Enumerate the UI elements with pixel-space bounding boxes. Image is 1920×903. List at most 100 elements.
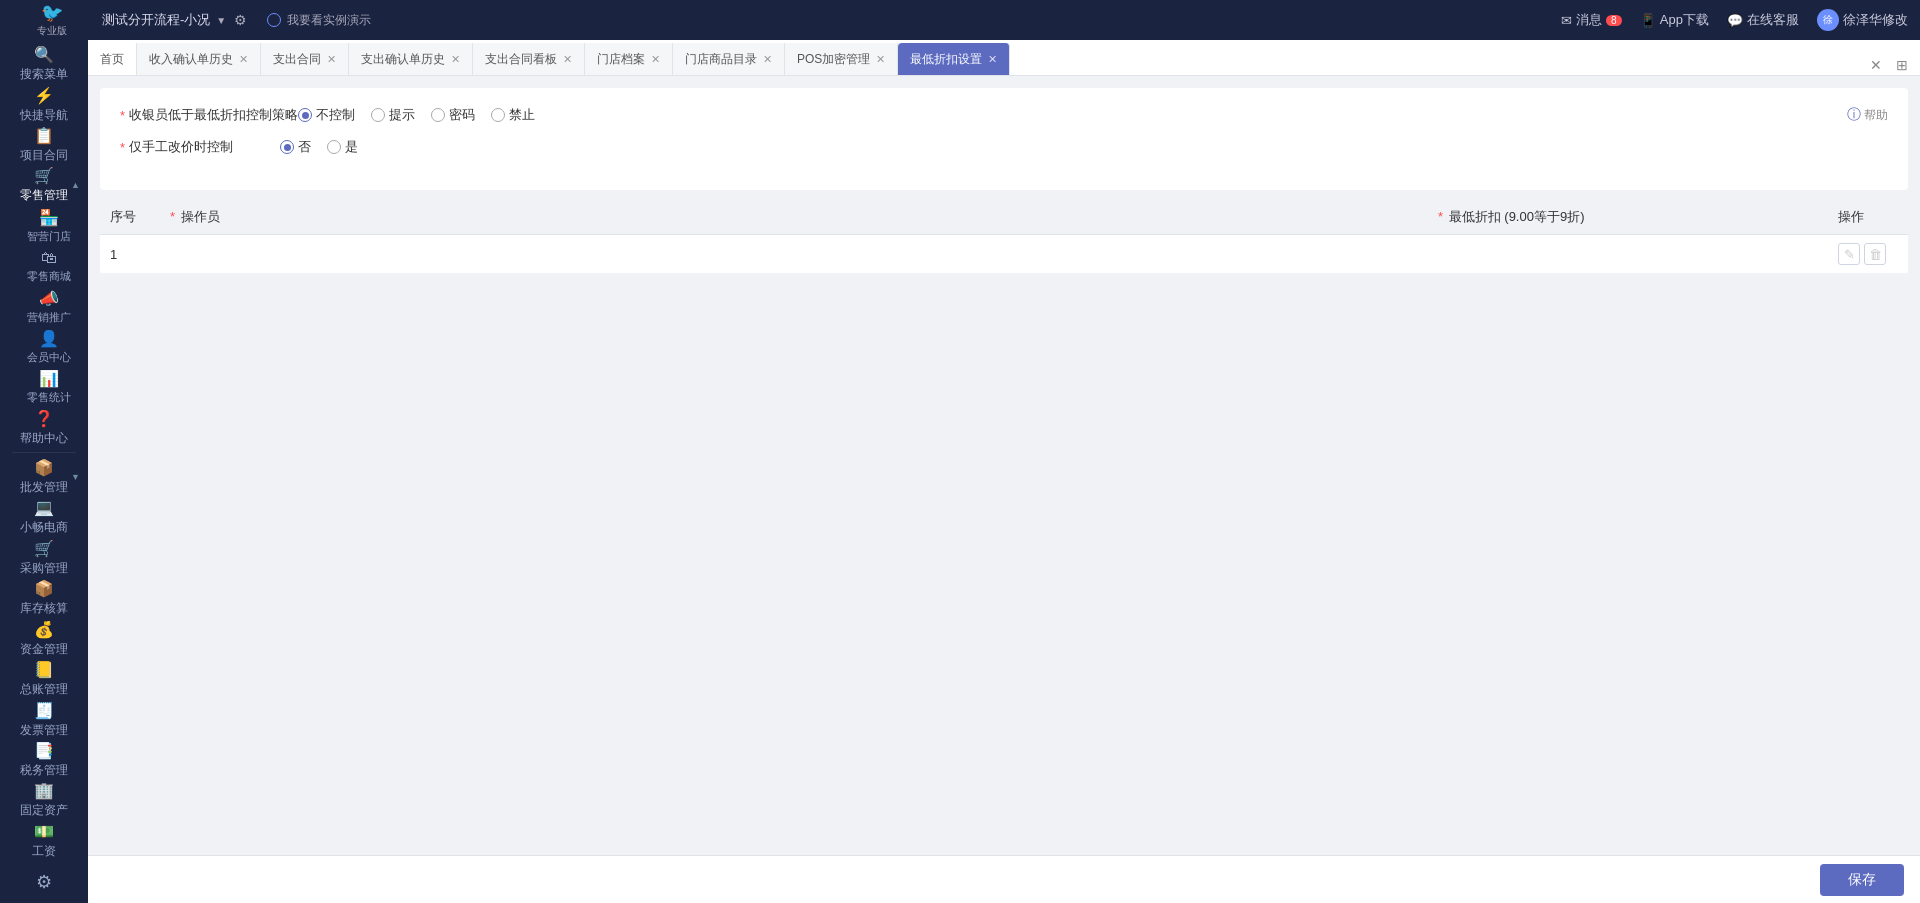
tab-close-payment-contract-view[interactable]: ✕: [563, 54, 572, 65]
sidebar-item-label: 零售管理: [20, 187, 68, 204]
project-settings-icon[interactable]: ⚙: [234, 12, 247, 28]
message-btn[interactable]: ✉ 消息 8: [1561, 11, 1622, 29]
online-service-btn[interactable]: 💬 在线客服: [1727, 11, 1799, 29]
tab-min-discount[interactable]: 最低折扣设置 ✕: [898, 43, 1010, 75]
form-row-cashier-policy: * 收银员低于最低折扣控制策略 不控制 提示: [120, 106, 1847, 124]
message-icon: ✉: [1561, 13, 1572, 28]
tab-payment-confirm[interactable]: 支出确认单历史 ✕: [349, 43, 473, 75]
tab-close-store-product[interactable]: ✕: [763, 54, 772, 65]
radio-password-label: 密码: [449, 106, 475, 124]
project-selector[interactable]: 测试分开流程-小况 ▼: [102, 11, 226, 29]
radio-no-control-input[interactable]: [298, 108, 312, 122]
sidebar-item-label: 采购管理: [20, 560, 68, 577]
radio-no-control[interactable]: 不控制: [298, 106, 355, 124]
th-actions-label: 操作: [1838, 209, 1864, 224]
tab-store-archive[interactable]: 门店档案 ✕: [585, 43, 673, 75]
sidebar-item-retail-mgmt[interactable]: 🛒 零售管理 ▲: [0, 165, 88, 205]
bottom-bar: 保存: [88, 855, 1920, 903]
sidebar-item-label: 快捷导航: [20, 107, 68, 124]
sidebar-item-fixed-assets[interactable]: 🏢 固定资产: [0, 780, 88, 820]
sidebar-item-wholesale-mgmt[interactable]: 📦 批发管理 ▼: [0, 457, 88, 497]
tab-close-min-discount[interactable]: ✕: [988, 54, 997, 65]
sidebar-item-smart-store[interactable]: 🏪 智营门店: [0, 206, 88, 246]
sidebar-item-marketing[interactable]: 📣 营销推广: [0, 286, 88, 326]
main-layout: 🔍 搜索菜单 ⚡ 快捷导航 📋 项目合同 🛒 零售管理 ▲ 🏪 智营门店 🛍 零…: [0, 40, 1920, 903]
close-tab-icon[interactable]: ✕: [1866, 55, 1886, 75]
app-download-label: App下载: [1660, 11, 1709, 29]
settings-icon[interactable]: ⚙: [36, 871, 52, 893]
manual-price-text: 仅手工改价时控制: [129, 138, 233, 156]
sidebar-item-ledger-mgmt[interactable]: 📒 总账管理: [0, 659, 88, 699]
demo-link[interactable]: 我要看实例演示: [267, 12, 371, 29]
radio-hint[interactable]: 提示: [371, 106, 415, 124]
radio-forbid-input[interactable]: [491, 108, 505, 122]
sidebar-item-label: 工资: [32, 843, 56, 860]
sidebar-item-tax-mgmt[interactable]: 📑 税务管理: [0, 740, 88, 780]
sidebar-item-ecommerce[interactable]: 💻 小畅电商: [0, 497, 88, 537]
tab-pos-password-label: POS加密管理: [797, 51, 870, 68]
sidebar-item-salary[interactable]: 💵 工资: [0, 821, 88, 861]
tab-close-payment-contract[interactable]: ✕: [327, 54, 336, 65]
expand-tabs-icon[interactable]: ⊞: [1892, 55, 1912, 75]
search-icon: 🔍: [34, 45, 54, 64]
sidebar-item-label: 营销推广: [27, 310, 71, 325]
tab-close-store-archive[interactable]: ✕: [651, 54, 660, 65]
fixed-assets-icon: 🏢: [34, 781, 54, 800]
sidebar-item-label: 固定资产: [20, 802, 68, 819]
sidebar-item-purchase-mgmt[interactable]: 🛒 采购管理: [0, 538, 88, 578]
sidebar-item-search[interactable]: 🔍 搜索菜单: [0, 44, 88, 84]
project-contract-icon: 📋: [34, 126, 54, 145]
edit-row-btn[interactable]: ✎: [1838, 243, 1860, 265]
sidebar-item-quick-nav[interactable]: ⚡ 快捷导航: [0, 84, 88, 124]
radio-password-input[interactable]: [431, 108, 445, 122]
tab-close-payment-confirm[interactable]: ✕: [451, 54, 460, 65]
sidebar-item-retail-mall[interactable]: 🛍 零售商城: [0, 246, 88, 286]
tab-store-product[interactable]: 门店商品目录 ✕: [673, 43, 785, 75]
save-button[interactable]: 保存: [1820, 864, 1904, 896]
radio-password[interactable]: 密码: [431, 106, 475, 124]
tab-payment-contract-view[interactable]: 支出合同看板 ✕: [473, 43, 585, 75]
project-dropdown-arrow: ▼: [216, 15, 226, 26]
radio-hint-input[interactable]: [371, 108, 385, 122]
radio-no[interactable]: 否: [280, 138, 311, 156]
cell-actions: ✎ 🗑: [1828, 235, 1908, 274]
sidebar-item-project-contract[interactable]: 📋 项目合同: [0, 125, 88, 165]
fund-mgmt-icon: 💰: [34, 620, 54, 639]
cell-min-discount[interactable]: [1428, 235, 1828, 274]
tab-close-pos-password[interactable]: ✕: [876, 54, 885, 65]
user-menu-btn[interactable]: 徐 徐泽华修改: [1817, 9, 1908, 31]
tab-income-confirm-label: 收入确认单历史: [149, 51, 233, 68]
radio-yes[interactable]: 是: [327, 138, 358, 156]
tab-bar: 首页 收入确认单历史 ✕ 支出合同 ✕ 支出确认单历史 ✕ 支出合同看板 ✕ 门…: [88, 40, 1920, 76]
sidebar-item-label: 零售统计: [27, 390, 71, 405]
tab-home-label: 首页: [100, 51, 124, 68]
sidebar-item-fund-mgmt[interactable]: 💰 资金管理: [0, 619, 88, 659]
sidebar-item-inventory-calc[interactable]: 📦 库存核算: [0, 578, 88, 618]
tab-min-discount-label: 最低折扣设置: [910, 51, 982, 68]
radio-yes-input[interactable]: [327, 140, 341, 154]
app-download-btn[interactable]: 📱 App下载: [1640, 11, 1709, 29]
delete-row-btn[interactable]: 🗑: [1864, 243, 1886, 265]
manual-price-radio-group: 否 是: [280, 138, 358, 156]
sidebar-item-label: 总账管理: [20, 681, 68, 698]
radio-forbid-label: 禁止: [509, 106, 535, 124]
help-icon: ⓘ: [1847, 106, 1861, 124]
tab-income-confirm[interactable]: 收入确认单历史 ✕: [137, 43, 261, 75]
tab-pos-password[interactable]: POS加密管理 ✕: [785, 43, 898, 75]
tab-close-income-confirm[interactable]: ✕: [239, 54, 248, 65]
tab-home[interactable]: 首页: [88, 43, 137, 75]
form-row-manual-price: * 仅手工改价时控制 否 是: [120, 138, 1847, 156]
sidebar-item-retail-stats[interactable]: 📊 零售统计: [0, 367, 88, 407]
avatar: 徐: [1817, 9, 1839, 31]
sidebar-item-help-center[interactable]: ❓ 帮助中心: [0, 408, 88, 448]
radio-no-input[interactable]: [280, 140, 294, 154]
wholesale-mgmt-icon: 📦: [34, 458, 54, 477]
sidebar-item-invoice-mgmt[interactable]: 🧾 发票管理: [0, 699, 88, 739]
tab-payment-contract[interactable]: 支出合同 ✕: [261, 43, 349, 75]
radio-forbid[interactable]: 禁止: [491, 106, 535, 124]
cell-operator[interactable]: [160, 235, 1428, 274]
sidebar-item-label: 会员中心: [27, 350, 71, 365]
tab-bar-actions: ✕ ⊞: [1866, 55, 1920, 75]
sidebar-item-member[interactable]: 👤 会员中心: [0, 327, 88, 367]
help-button[interactable]: ⓘ 帮助: [1847, 106, 1888, 124]
